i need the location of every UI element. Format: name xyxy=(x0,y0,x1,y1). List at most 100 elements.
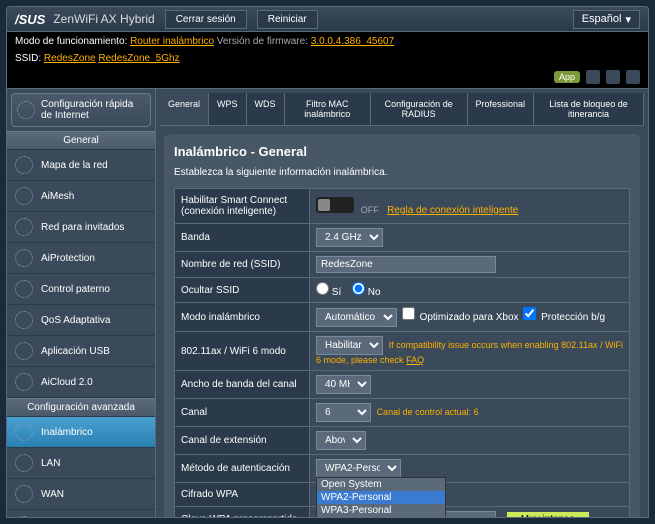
bg-checkbox[interactable] xyxy=(523,307,536,320)
logout-button[interactable]: Cerrar sesión xyxy=(165,10,247,29)
xbox-label: Optimizado para Xbox xyxy=(420,312,519,323)
channel-select[interactable]: 6 xyxy=(316,403,371,422)
channel-label: Canal xyxy=(175,399,310,427)
faq-link[interactable]: FAQ xyxy=(406,355,424,365)
ext-channel-label: Canal de extensión xyxy=(175,427,310,455)
quick-setup-button[interactable]: Configuración rápida de Internet xyxy=(11,93,151,127)
top-bar: /SUS ZenWiFi AX Hybrid Cerrar sesión Rei… xyxy=(6,6,649,32)
sidebar: Configuración rápida de Internet General… xyxy=(6,88,156,518)
ssid1-value[interactable]: RedesZone xyxy=(44,53,96,64)
panel-title: Inalámbrico - General xyxy=(174,144,630,159)
hide-no-label[interactable]: No xyxy=(352,287,381,298)
tab-radius[interactable]: Configuración de RADIUS xyxy=(371,93,468,125)
usb-icon xyxy=(15,342,33,360)
tab-roaming-block[interactable]: Lista de bloqueo de itinerancia xyxy=(534,93,644,125)
smart-connect-rule-link[interactable]: Regla de conexión inteligente xyxy=(387,205,518,216)
ssid2-value[interactable]: RedesZone_5Ghz xyxy=(98,53,179,64)
tab-mac-filter[interactable]: Filtro MAC inalámbrico xyxy=(285,93,371,125)
model-name: ZenWiFi AX Hybrid xyxy=(53,12,154,26)
tab-wps[interactable]: WPS xyxy=(209,93,247,125)
cloud-icon xyxy=(15,373,33,391)
band-select[interactable]: 2.4 GHz xyxy=(316,228,383,247)
auth-options-list: Open System WPA2-Personal WPA3-Personal … xyxy=(316,477,446,518)
sidebar-item-qos[interactable]: QoS Adaptativa xyxy=(7,305,155,336)
tab-wds[interactable]: WDS xyxy=(247,93,285,125)
ax-label: 802.11ax / WiFi 6 modo xyxy=(175,332,310,371)
shield-icon xyxy=(15,249,33,267)
auth-option-wpa-wpa2[interactable]: WPA/WPA2-Personal xyxy=(317,517,445,518)
lan-icon xyxy=(15,454,33,472)
wan-icon xyxy=(15,485,33,503)
sidebar-item-usb[interactable]: Aplicación USB xyxy=(7,336,155,367)
alexa-icon xyxy=(15,516,33,518)
app-badge[interactable]: App xyxy=(554,71,580,83)
lock-icon xyxy=(15,280,33,298)
bandwidth-label: Ancho de banda del canal xyxy=(175,371,310,399)
fw-label: Versión de firmware: xyxy=(217,36,308,47)
language-label: Español xyxy=(582,13,622,25)
sidebar-item-alexa[interactable]: Alexa & IFTTT xyxy=(7,510,155,518)
fw-value[interactable]: 3.0.0.4.386_45607 xyxy=(311,36,394,47)
op-mode-label: Modo de funcionamiento: xyxy=(15,36,127,47)
gauge-icon xyxy=(15,311,33,329)
wifi-icon xyxy=(15,423,33,441)
bg-label: Protección b/g xyxy=(541,312,605,323)
tab-professional[interactable]: Professional xyxy=(468,93,535,125)
ext-channel-select[interactable]: Above xyxy=(316,431,366,450)
guest-icon xyxy=(15,218,33,236)
content-area: General WPS WDS Filtro MAC inalámbrico C… xyxy=(156,88,649,518)
ax-select[interactable]: Habilitar xyxy=(316,336,383,355)
tab-general[interactable]: General xyxy=(160,93,209,125)
bandwidth-select[interactable]: 40 MHz xyxy=(316,375,371,394)
sidebar-category-advanced: Configuración avanzada xyxy=(7,398,155,417)
panel-desc: Establezca la siguiente información inal… xyxy=(174,167,630,178)
hide-yes-label[interactable]: Sí xyxy=(316,287,341,298)
auth-method-dropdown[interactable]: WPA2-Personal Open System WPA2-Personal … xyxy=(316,459,401,478)
hide-yes-radio[interactable] xyxy=(316,282,329,295)
sidebar-item-wireless[interactable]: Inalámbrico xyxy=(7,417,155,448)
status-icon-2[interactable] xyxy=(606,70,620,84)
sidebar-item-aiprotection[interactable]: AiProtection xyxy=(7,243,155,274)
brand-logo: /SUS xyxy=(15,12,45,27)
op-mode-value[interactable]: Router inalámbrico xyxy=(130,36,214,47)
channel-current: Canal de control actual: 6 xyxy=(377,407,479,417)
cipher-label: Cifrado WPA xyxy=(175,483,310,507)
mode-select[interactable]: Automático xyxy=(316,308,397,327)
xbox-checkbox[interactable] xyxy=(402,307,415,320)
band-label: Banda xyxy=(175,224,310,252)
status-icon-1[interactable] xyxy=(586,70,600,84)
gear-icon xyxy=(17,101,35,119)
auth-option-wpa2[interactable]: WPA2-Personal xyxy=(317,491,445,504)
smart-connect-toggle[interactable] xyxy=(316,197,354,213)
sidebar-category-general: General xyxy=(7,131,155,150)
auth-select[interactable]: WPA2-Personal xyxy=(316,459,401,478)
sidebar-item-aicloud[interactable]: AiCloud 2.0 xyxy=(7,367,155,398)
ssid-field-label: Nombre de red (SSID) xyxy=(175,252,310,278)
wpa-key-label: Clave WPA precompartida xyxy=(175,507,310,519)
auth-option-wpa3[interactable]: WPA3-Personal xyxy=(317,504,445,517)
wireless-panel: Inalámbrico - General Establezca la sigu… xyxy=(164,134,640,518)
smart-connect-state: OFF xyxy=(361,205,379,215)
sidebar-item-network-map[interactable]: Mapa de la red xyxy=(7,150,155,181)
globe-icon xyxy=(15,156,33,174)
status-icon-3[interactable] xyxy=(626,70,640,84)
info-bar: Modo de funcionamiento: Router inalámbri… xyxy=(6,32,649,88)
auth-label: Método de autenticación xyxy=(175,455,310,483)
ssid-input[interactable] xyxy=(316,256,496,273)
reboot-button[interactable]: Reiniciar xyxy=(257,10,318,29)
hide-ssid-label: Ocultar SSID xyxy=(175,278,310,303)
tab-bar: General WPS WDS Filtro MAC inalámbrico C… xyxy=(160,93,644,126)
sidebar-item-lan[interactable]: LAN xyxy=(7,448,155,479)
sidebar-item-wan[interactable]: WAN xyxy=(7,479,155,510)
sidebar-item-guest-network[interactable]: Red para invitados xyxy=(7,212,155,243)
quick-setup-label: Configuración rápida de Internet xyxy=(41,99,145,121)
chevron-down-icon: ▾ xyxy=(625,13,631,26)
language-selector[interactable]: Español ▾ xyxy=(573,10,640,29)
auth-option-open[interactable]: Open System xyxy=(317,478,445,491)
ssid-label: SSID: xyxy=(15,53,41,64)
sidebar-item-parental[interactable]: Control paterno xyxy=(7,274,155,305)
sidebar-item-aimesh[interactable]: AiMesh xyxy=(7,181,155,212)
mode-label: Modo inalámbrico xyxy=(175,303,310,332)
hide-no-radio[interactable] xyxy=(352,282,365,295)
wireless-form: Habilitar Smart Connect (conexión inteli… xyxy=(174,188,630,518)
